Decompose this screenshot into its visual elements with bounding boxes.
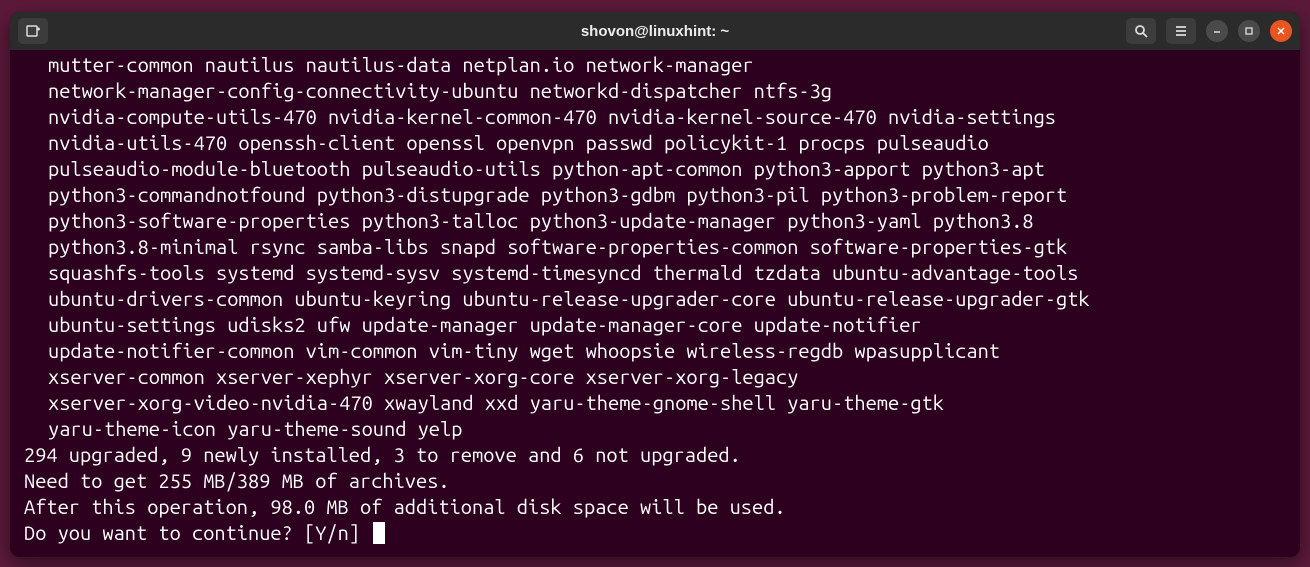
package-list-line: nvidia-compute-utils-470 nvidia-kernel-c… xyxy=(24,104,1286,130)
close-button[interactable] xyxy=(1270,20,1292,42)
package-list-line: python3.8-minimal rsync samba-libs snapd… xyxy=(24,234,1286,260)
package-list-line: python3-software-properties python3-tall… xyxy=(24,208,1286,234)
upgrade-summary-line: 294 upgraded, 9 newly installed, 3 to re… xyxy=(24,442,1286,468)
titlebar: shovon@linuxhint: ~ xyxy=(10,12,1300,50)
terminal-window: shovon@linuxhint: ~ xyxy=(10,12,1300,557)
new-tab-button[interactable] xyxy=(18,18,48,44)
desktop-background: shovon@linuxhint: ~ xyxy=(0,0,1310,567)
package-list-line: ubuntu-drivers-common ubuntu-keyring ubu… xyxy=(24,286,1286,312)
minimize-button[interactable] xyxy=(1206,20,1228,42)
package-list-line: python3-commandnotfound python3-distupgr… xyxy=(24,182,1286,208)
package-list-line: pulseaudio-module-bluetooth pulseaudio-u… xyxy=(24,156,1286,182)
package-list-line: xserver-xorg-video-nvidia-470 xwayland x… xyxy=(24,390,1286,416)
package-list-line: squashfs-tools systemd systemd-sysv syst… xyxy=(24,260,1286,286)
maximize-button[interactable] xyxy=(1238,20,1260,42)
download-size-line: Need to get 255 MB/389 MB of archives. xyxy=(24,468,1286,494)
package-list-line: mutter-common nautilus nautilus-data net… xyxy=(24,52,1286,78)
package-list-line: nvidia-utils-470 openssh-client openssl … xyxy=(24,130,1286,156)
disk-space-line: After this operation, 98.0 MB of additio… xyxy=(24,494,1286,520)
cursor xyxy=(373,522,385,544)
package-list-line: update-notifier-common vim-common vim-ti… xyxy=(24,338,1286,364)
window-title: shovon@linuxhint: ~ xyxy=(10,23,1300,40)
package-list-line: network-manager-config-connectivity-ubun… xyxy=(24,78,1286,104)
package-list-line: yaru-theme-icon yaru-theme-sound yelp xyxy=(24,416,1286,442)
menu-button[interactable] xyxy=(1166,18,1196,44)
search-button[interactable] xyxy=(1126,18,1156,44)
package-list-line: xserver-common xserver-xephyr xserver-xo… xyxy=(24,364,1286,390)
package-list-line: ubuntu-settings udisks2 ufw update-manag… xyxy=(24,312,1286,338)
terminal-output[interactable]: mutter-common nautilus nautilus-data net… xyxy=(10,50,1300,557)
continue-prompt-line[interactable]: Do you want to continue? [Y/n] xyxy=(24,520,1286,546)
